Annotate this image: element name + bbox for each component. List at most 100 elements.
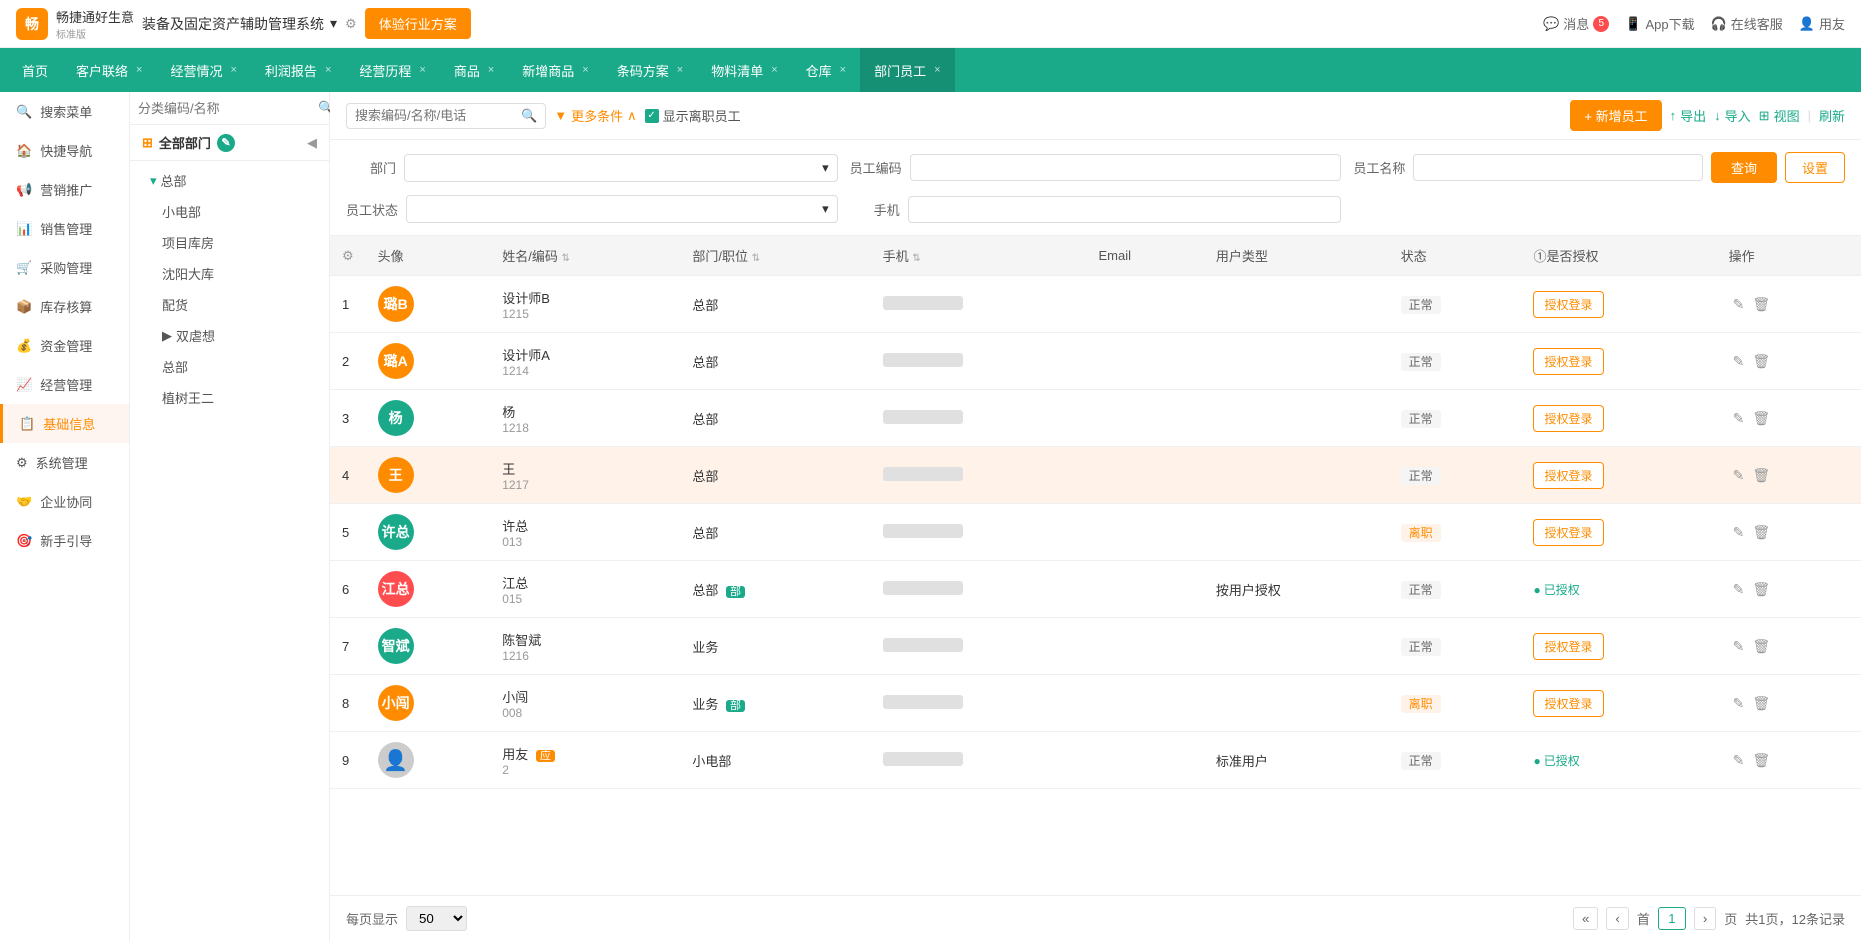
tab-warehouse[interactable]: 仓库 × (792, 48, 860, 92)
sidebar-item-marketing[interactable]: 📢 营销推广 (0, 170, 129, 209)
message-btn[interactable]: 💬 消息 5 (1543, 14, 1609, 33)
delete-btn[interactable]: 🗑 (1752, 524, 1770, 540)
add-employee-button[interactable]: + 新增员工 (1570, 100, 1661, 131)
sidebar-item-nav[interactable]: 🏠 快捷导航 (0, 131, 129, 170)
auth-login-btn[interactable]: 授权登录 (1533, 690, 1603, 717)
close-icon[interactable]: × (419, 64, 425, 76)
emp-name-input[interactable] (1413, 154, 1703, 181)
delete-btn[interactable]: 🗑 (1752, 296, 1770, 312)
sort-icon[interactable]: ⇅ (752, 253, 760, 264)
trial-button[interactable]: 体验行业方案 (365, 8, 471, 39)
delete-btn[interactable]: 🗑 (1752, 638, 1770, 654)
sidebar-item-collab[interactable]: 🤝 企业协同 (0, 482, 129, 521)
set-button[interactable]: 设置 (1785, 152, 1845, 183)
first-page-btn[interactable]: « (1573, 907, 1598, 930)
sidebar-item-system[interactable]: ⚙ 系统管理 (0, 443, 129, 482)
tab-barcode[interactable]: 条码方案 × (603, 48, 697, 92)
dept-edit-icon[interactable]: ✎ (217, 134, 235, 152)
next-page-btn[interactable]: › (1694, 907, 1716, 930)
online-service-btn[interactable]: 🎧 在线客服 (1711, 14, 1783, 33)
delete-btn[interactable]: 🗑 (1752, 410, 1770, 426)
delete-btn[interactable]: 🗑 (1752, 353, 1770, 369)
prev-page-btn[interactable]: ‹ (1606, 907, 1628, 930)
dept-node-headquarter[interactable]: ▾ 总部 (130, 165, 329, 196)
dept-select[interactable]: ▾ (404, 154, 838, 182)
search-icon[interactable]: 🔍 (521, 108, 537, 124)
dept-node-xiaodibu[interactable]: 小电部 (130, 196, 329, 227)
sidebar-item-inventory[interactable]: 📦 库存核算 (0, 287, 129, 326)
edit-btn[interactable]: ✎ (1733, 467, 1745, 483)
auth-login-btn[interactable]: 授权登录 (1533, 405, 1603, 432)
close-icon[interactable]: × (840, 64, 846, 76)
tab-history[interactable]: 经营历程 × (345, 48, 439, 92)
search-input[interactable] (355, 108, 515, 123)
close-icon[interactable]: × (230, 64, 236, 76)
dept-node-shuangnue[interactable]: ▶ 双虐想 (130, 320, 329, 351)
tab-home[interactable]: 首页 (8, 48, 62, 92)
delete-btn[interactable]: 🗑 (1752, 467, 1770, 483)
tab-dept-staff[interactable]: 部门员工 × (860, 48, 954, 92)
edit-btn[interactable]: ✎ (1733, 581, 1745, 597)
dept-search-input[interactable] (138, 101, 314, 116)
edit-btn[interactable]: ✎ (1733, 296, 1745, 312)
close-icon[interactable]: × (136, 64, 142, 76)
auth-login-btn[interactable]: 授权登录 (1533, 348, 1603, 375)
auth-login-btn[interactable]: 授权登录 (1533, 519, 1603, 546)
close-icon[interactable]: × (582, 64, 588, 76)
settings-icon[interactable]: ⚙ (345, 16, 357, 32)
close-icon[interactable]: × (677, 64, 683, 76)
dept-node-zongbu[interactable]: 总部 (130, 351, 329, 382)
import-btn[interactable]: ↓ 导入 (1714, 106, 1751, 125)
edit-btn[interactable]: ✎ (1733, 353, 1745, 369)
view-btn[interactable]: ⊞ 视图 (1759, 106, 1800, 125)
sidebar-item-operation[interactable]: 📈 经营管理 (0, 365, 129, 404)
show-resigned-toggle[interactable]: ✓ 显示离职员工 (645, 106, 741, 125)
table-settings-icon[interactable]: ⚙ (342, 248, 354, 263)
edit-btn[interactable]: ✎ (1733, 524, 1745, 540)
emp-code-input[interactable] (910, 154, 1342, 181)
export-btn[interactable]: ↑ 导出 (1670, 106, 1707, 125)
edit-btn[interactable]: ✎ (1733, 410, 1745, 426)
per-page-select[interactable]: 50 20 100 (406, 906, 467, 931)
sidebar-item-guide[interactable]: 🎯 新手引导 (0, 521, 129, 560)
app-download-btn[interactable]: 📱 App下载 (1625, 14, 1694, 33)
search-button[interactable]: 查询 (1711, 152, 1777, 183)
dept-node-peihuo[interactable]: 配货 (130, 289, 329, 320)
edit-btn[interactable]: ✎ (1733, 638, 1745, 654)
more-filter-btn[interactable]: ▼ 更多条件 ∧ (554, 106, 636, 125)
phone-input[interactable] (908, 196, 1342, 223)
delete-btn[interactable]: 🗑 (1752, 581, 1770, 597)
tab-goods[interactable]: 商品 × (440, 48, 508, 92)
delete-btn[interactable]: 🗑 (1752, 695, 1770, 711)
dept-node-zhishu[interactable]: 植树王二 (130, 382, 329, 413)
dept-collapse-btn[interactable]: ◀ (307, 135, 317, 151)
edit-btn[interactable]: ✎ (1733, 695, 1745, 711)
delete-btn[interactable]: 🗑 (1752, 752, 1770, 768)
tab-new-goods[interactable]: 新增商品 × (508, 48, 602, 92)
current-page[interactable]: 1 (1658, 907, 1686, 930)
sidebar-item-info[interactable]: 📋 基础信息 (0, 404, 129, 443)
sidebar-item-sales[interactable]: 📊 销售管理 (0, 209, 129, 248)
tab-operation[interactable]: 经营情况 × (156, 48, 250, 92)
dept-node-project[interactable]: 项目库房 (130, 227, 329, 258)
auth-login-btn[interactable]: 授权登录 (1533, 291, 1603, 318)
close-icon[interactable]: × (934, 64, 940, 76)
emp-status-select[interactable]: ▾ (406, 195, 838, 223)
resigned-checkbox[interactable]: ✓ (645, 109, 659, 123)
sort-icon[interactable]: ⇅ (561, 253, 569, 264)
dept-node-shenyang[interactable]: 沈阳大库 (130, 258, 329, 289)
auth-login-btn[interactable]: 授权登录 (1533, 633, 1603, 660)
close-icon[interactable]: × (771, 64, 777, 76)
refresh-btn[interactable]: 刷新 (1819, 106, 1845, 125)
close-icon[interactable]: × (488, 64, 494, 76)
sort-icon[interactable]: ⇅ (912, 253, 920, 264)
sidebar-item-search[interactable]: 🔍 搜索菜单 (0, 92, 129, 131)
dropdown-icon[interactable]: ▾ (330, 15, 337, 32)
close-icon[interactable]: × (325, 64, 331, 76)
tab-profit[interactable]: 利润报告 × (251, 48, 345, 92)
auth-login-btn[interactable]: 授权登录 (1533, 462, 1603, 489)
user-btn[interactable]: 👤 用友 (1799, 14, 1845, 33)
tab-bom[interactable]: 物料清单 × (697, 48, 791, 92)
edit-btn[interactable]: ✎ (1733, 752, 1745, 768)
sidebar-item-finance[interactable]: 💰 资金管理 (0, 326, 129, 365)
